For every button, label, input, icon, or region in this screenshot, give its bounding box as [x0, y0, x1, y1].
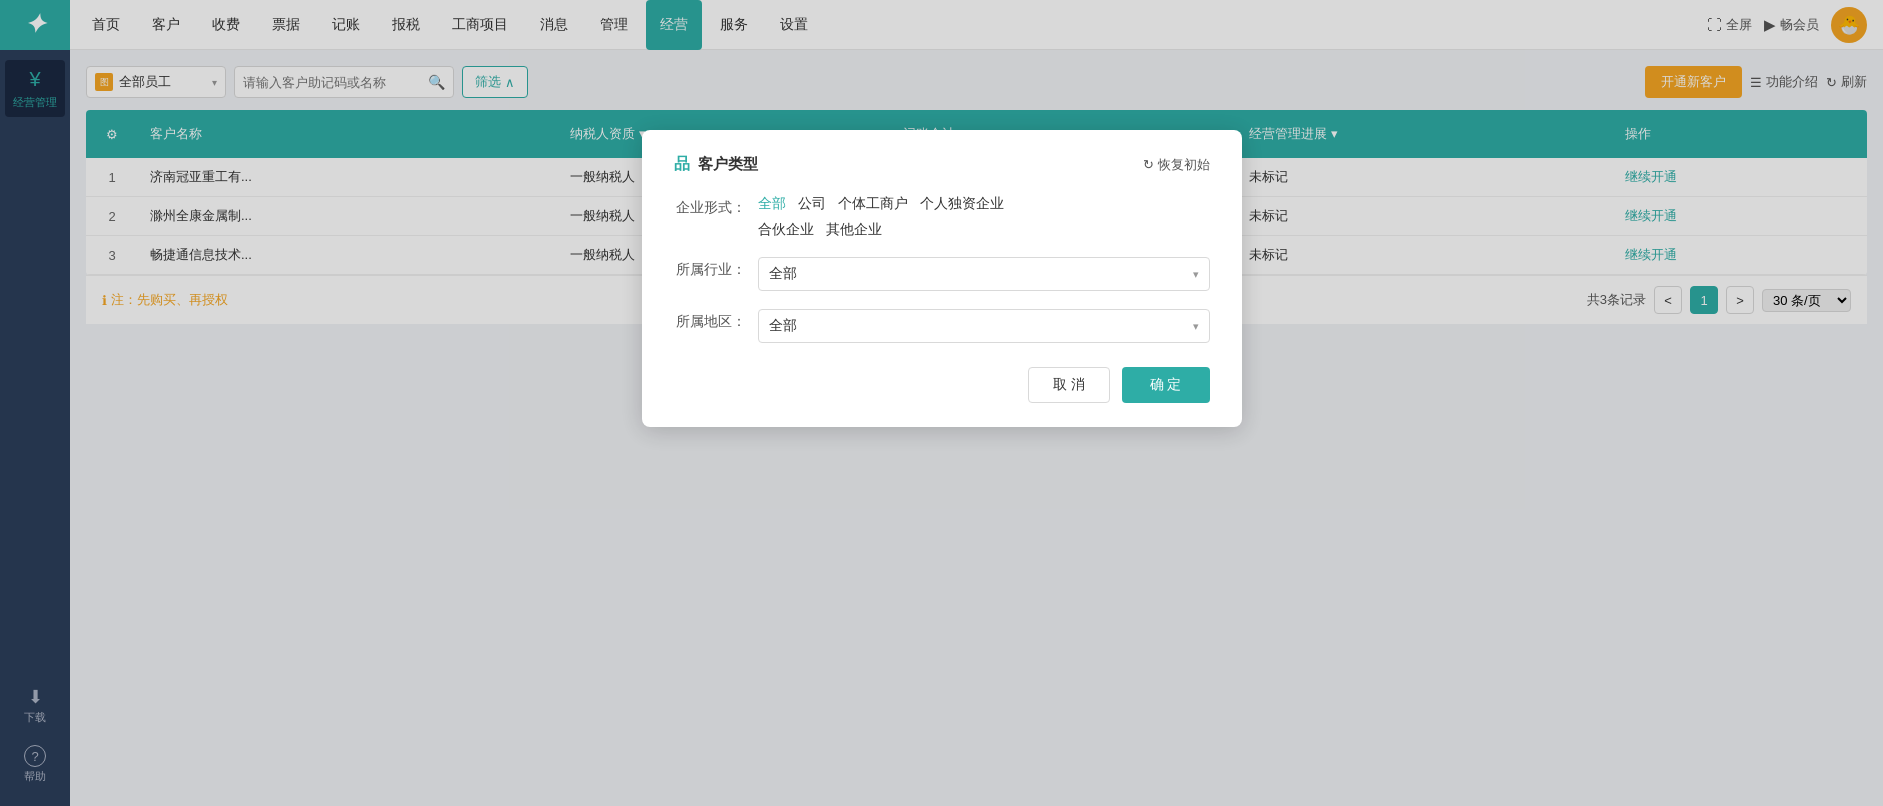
region-label: 所属地区： — [674, 309, 746, 331]
industry-dropdown-arrow: ▾ — [1193, 268, 1199, 281]
modal-actions: 取 消 确 定 — [674, 367, 1210, 403]
enterprise-options: 全部 公司 个体工商户 个人独资企业 合伙企业 其他企业 — [758, 195, 1210, 239]
type-option-partnership[interactable]: 合伙企业 — [758, 221, 814, 239]
region-value: 全部 — [769, 317, 797, 335]
industry-select[interactable]: 全部 ▾ — [758, 257, 1210, 291]
type-option-sole[interactable]: 个人独资企业 — [920, 195, 1004, 213]
region-dropdown-arrow: ▾ — [1193, 320, 1199, 333]
industry-form-row: 所属行业： 全部 ▾ — [674, 257, 1210, 291]
industry-value: 全部 — [769, 265, 797, 283]
modal-header: 品 客户类型 ↻ 恢复初始 — [674, 154, 1210, 175]
type-option-all[interactable]: 全部 — [758, 195, 786, 213]
modal-title-text: 客户类型 — [698, 155, 758, 174]
reset-label: 恢复初始 — [1158, 156, 1210, 174]
region-select[interactable]: 全部 ▾ — [758, 309, 1210, 343]
enterprise-label: 企业形式： — [674, 195, 746, 217]
cancel-button[interactable]: 取 消 — [1028, 367, 1110, 403]
type-option-company[interactable]: 公司 — [798, 195, 826, 213]
modal-title: 品 客户类型 — [674, 154, 758, 175]
modal-overlay: 品 客户类型 ↻ 恢复初始 企业形式： 全部 公司 个体工商户 个人独资企业 合… — [0, 0, 1883, 806]
modal-reset-button[interactable]: ↻ 恢复初始 — [1143, 156, 1210, 174]
reset-icon: ↻ — [1143, 157, 1154, 172]
type-option-individual[interactable]: 个体工商户 — [838, 195, 908, 213]
industry-label: 所属行业： — [674, 257, 746, 279]
region-field: 全部 ▾ — [758, 309, 1210, 343]
type-options-row1: 全部 公司 个体工商户 个人独资企业 — [758, 195, 1210, 213]
enterprise-form-row: 企业形式： 全部 公司 个体工商户 个人独资企业 合伙企业 其他企业 — [674, 195, 1210, 239]
industry-field: 全部 ▾ — [758, 257, 1210, 291]
region-form-row: 所属地区： 全部 ▾ — [674, 309, 1210, 343]
filter-modal: 品 客户类型 ↻ 恢复初始 企业形式： 全部 公司 个体工商户 个人独资企业 合… — [642, 130, 1242, 427]
modal-title-icon: 品 — [674, 154, 690, 175]
type-options-row2: 合伙企业 其他企业 — [758, 221, 1210, 239]
type-option-other[interactable]: 其他企业 — [826, 221, 882, 239]
confirm-button[interactable]: 确 定 — [1122, 367, 1210, 403]
